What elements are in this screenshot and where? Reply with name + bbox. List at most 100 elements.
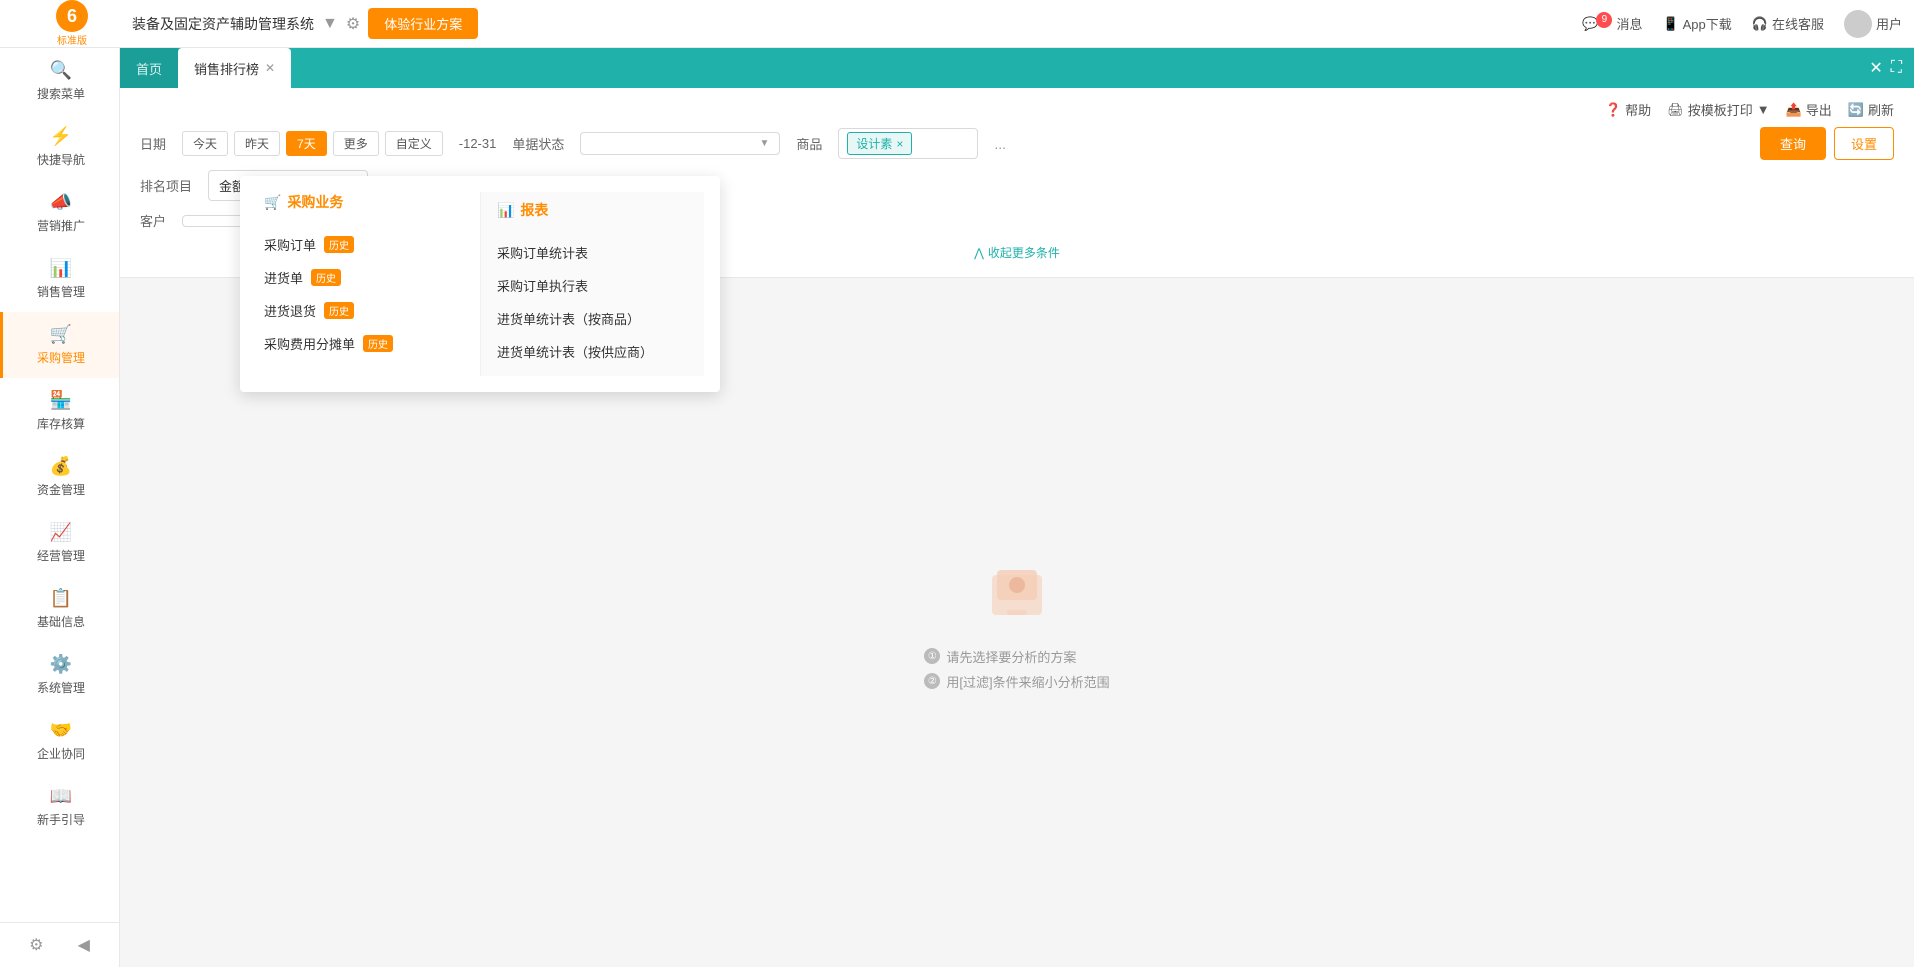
return-label: 进货退货 <box>264 301 316 320</box>
sidebar-label-nav: 快捷导航 <box>37 151 85 168</box>
sales-icon: 📊 <box>50 258 72 279</box>
menu-expense-alloc[interactable]: 采购费用分摊单 历史 <box>264 327 472 360</box>
sidebar-item-sales[interactable]: 📊 销售管理 <box>0 246 119 312</box>
content-inner: ❓ 帮助 🖨 按模板打印 ▼ 📤 导出 🔄 刷新 <box>120 88 1914 967</box>
goods-chip-text: 设计素 <box>856 135 892 152</box>
sidebar-item-search[interactable]: 🔍 搜索菜单 <box>0 48 119 114</box>
tip-num-2: ② <box>924 673 940 689</box>
doc-status-select[interactable]: ▼ <box>580 132 780 155</box>
rank-label: 排名项目 <box>140 176 192 195</box>
purchase-order-label: 采购订单 <box>264 235 316 254</box>
tab-close-all-icon[interactable]: ✕ <box>1869 58 1882 78</box>
header-right: 💬 9 消息 📱 App下载 🎧 在线客服 用户 <box>1582 10 1902 38</box>
title-dropdown-arrow[interactable]: ▼ <box>322 15 338 33</box>
date-tag-7days[interactable]: 7天 <box>286 131 327 156</box>
user-label: 用户 <box>1876 14 1902 33</box>
sidebar-item-finance[interactable]: 💰 资金管理 <box>0 444 119 510</box>
tip-text-2: 用[过滤]条件来缩小分析范围 <box>946 672 1109 691</box>
empty-tip-1: ① 请先选择要分析的方案 <box>924 647 1109 666</box>
system-title: 装备及固定资产辅助管理系统 <box>132 14 314 34</box>
basic-info-icon: 📋 <box>50 588 72 609</box>
system-title-area: 装备及固定资产辅助管理系统 ▼ ⚙ 体验行业方案 <box>132 8 1582 39</box>
menu-po-exec[interactable]: 采购订单执行表 <box>497 269 688 302</box>
menu-incoming-stats-supplier[interactable]: 进货单统计表（按供应商） <box>497 335 688 368</box>
po-exec-label: 采购订单执行表 <box>497 276 588 295</box>
sidebar-item-inventory[interactable]: 🏪 库存核算 <box>0 378 119 444</box>
date-tag-today[interactable]: 今天 <box>182 131 228 156</box>
purchase-section: 🛒 采购业务 采购订单 历史 进货单 历史 进货退货 历史 <box>256 192 480 376</box>
sidebar: 🔍 搜索菜单 ⚡ 快捷导航 📣 营销推广 📊 销售管理 🛒 采购管理 🏪 库存核… <box>0 48 120 967</box>
tab-home[interactable]: 首页 <box>120 48 178 88</box>
date-tag-custom[interactable]: 自定义 <box>385 131 443 156</box>
customer-label: 客户 <box>140 211 166 230</box>
doc-status-arrow: ▼ <box>759 138 769 149</box>
user-item[interactable]: 用户 <box>1844 10 1902 38</box>
sidebar-label-system: 系统管理 <box>37 679 85 696</box>
help-label: 帮助 <box>1625 100 1651 119</box>
logo-area: 6 标准版 <box>12 0 132 47</box>
online-service-item[interactable]: 🎧 在线客服 <box>1752 14 1824 33</box>
sidebar-settings-btn[interactable]: ⚙ <box>29 935 43 955</box>
search-icon: 🔍 <box>50 60 72 81</box>
sidebar-item-guide[interactable]: 📖 新手引导 <box>0 774 119 840</box>
sidebar-item-marketing[interactable]: 📣 营销推广 <box>0 180 119 246</box>
message-item[interactable]: 💬 9 消息 <box>1582 14 1642 33</box>
purchase-section-icon: 🛒 <box>264 194 281 211</box>
expense-alloc-label: 采购费用分摊单 <box>264 334 355 353</box>
goods-chip-close[interactable]: × <box>896 137 903 151</box>
help-btn[interactable]: ❓ 帮助 <box>1605 100 1651 119</box>
return-hist: 历史 <box>324 302 354 319</box>
goods-dots[interactable]: ... <box>994 136 1006 152</box>
empty-tips: ① 请先选择要分析的方案 ② 用[过滤]条件来缩小分析范围 <box>924 647 1109 691</box>
app-download-item[interactable]: 📱 App下载 <box>1662 14 1731 33</box>
menu-incoming[interactable]: 进货单 历史 <box>264 261 472 294</box>
purchase-icon: 🛒 <box>50 324 72 345</box>
collapse-up-icon: ⋀ <box>974 246 984 260</box>
sidebar-item-system[interactable]: ⚙️ 系统管理 <box>0 642 119 708</box>
sidebar-collapse-btn[interactable]: ◀ <box>78 935 90 955</box>
date-tag-yesterday[interactable]: 昨天 <box>234 131 280 156</box>
menu-incoming-stats-goods[interactable]: 进货单统计表（按商品） <box>497 302 688 335</box>
tab-sales-ranking[interactable]: 销售排行榜 ✕ <box>178 48 291 88</box>
goods-input-area[interactable]: 设计素 × <box>838 128 978 159</box>
tab-expand-icon[interactable]: ⛶ <box>1891 59 1902 77</box>
sidebar-item-basic-info[interactable]: 📋 基础信息 <box>0 576 119 642</box>
sidebar-item-purchase[interactable]: 🛒 采购管理 <box>0 312 119 378</box>
collapse-btn[interactable]: ⋀ 收起更多条件 <box>966 240 1068 265</box>
purchase-section-label: 采购业务 <box>287 192 343 212</box>
export-btn[interactable]: 📤 导出 <box>1786 100 1832 119</box>
sidebar-item-nav[interactable]: ⚡ 快捷导航 <box>0 114 119 180</box>
date-tag-more[interactable]: 更多 <box>333 131 379 156</box>
incoming-label: 进货单 <box>264 268 303 287</box>
industry-btn[interactable]: 体验行业方案 <box>368 8 478 39</box>
po-stats-label: 采购订单统计表 <box>497 243 588 262</box>
export-icon: 📤 <box>1786 102 1802 118</box>
sidebar-item-operations[interactable]: 📈 经营管理 <box>0 510 119 576</box>
tip-num-1: ① <box>924 648 940 664</box>
settings-btn[interactable]: 设置 <box>1834 127 1894 160</box>
settings-icon[interactable]: ⚙ <box>346 14 360 34</box>
guide-icon: 📖 <box>50 786 72 807</box>
tab-close-icon[interactable]: ✕ <box>265 61 275 75</box>
phone-icon: 📱 <box>1662 16 1678 32</box>
sidebar-label-guide: 新手引导 <box>37 811 85 828</box>
sidebar-item-cooperation[interactable]: 🤝 企业协同 <box>0 708 119 774</box>
refresh-icon: 🔄 <box>1848 102 1864 118</box>
menu-return[interactable]: 进货退货 历史 <box>264 294 472 327</box>
menu-purchase-order[interactable]: 采购订单 历史 <box>264 228 472 261</box>
collapse-label: 收起更多条件 <box>988 244 1060 261</box>
logo-subtext: 标准版 <box>57 32 87 47</box>
date-end-value: -12-31 <box>459 136 497 151</box>
menu-po-stats[interactable]: 采购订单统计表 <box>497 236 688 269</box>
cooperation-icon: 🤝 <box>50 720 72 741</box>
print-dropdown-arrow[interactable]: ▼ <box>1757 102 1770 117</box>
goods-chip: 设计素 × <box>847 132 912 155</box>
help-icon: ❓ <box>1605 102 1621 118</box>
app-label: App下载 <box>1683 14 1732 33</box>
print-btn[interactable]: 🖨 按模板打印 ▼ <box>1667 100 1769 119</box>
incoming-stats-goods-label: 进货单统计表（按商品） <box>497 309 640 328</box>
message-badge: 9 <box>1596 12 1612 28</box>
query-btn[interactable]: 查询 <box>1760 127 1826 160</box>
refresh-btn[interactable]: 🔄 刷新 <box>1848 100 1894 119</box>
service-label: 在线客服 <box>1772 14 1824 33</box>
